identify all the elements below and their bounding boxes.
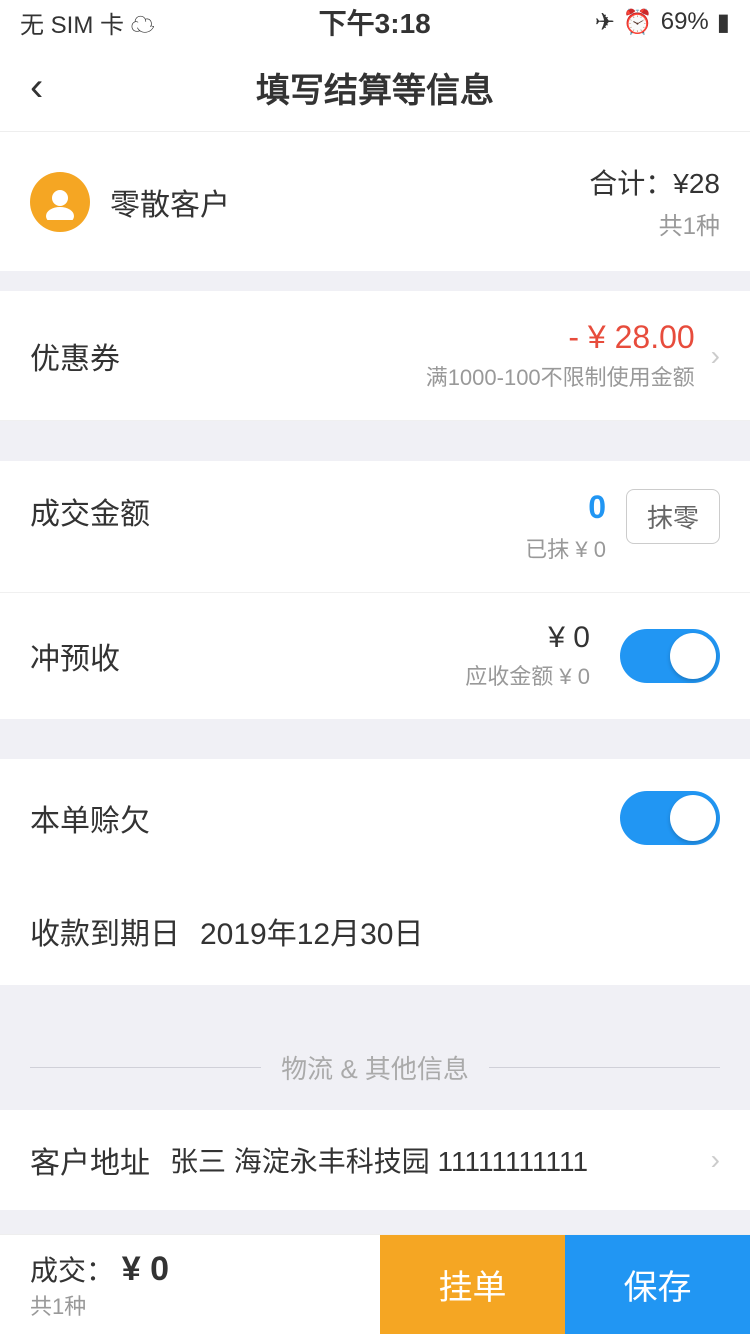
customer-left: 零散客户 (30, 172, 230, 232)
battery-icon: ▮ (717, 8, 730, 37)
coupon-value: - ¥ 28.00 (426, 319, 695, 356)
separator-2 (0, 739, 750, 759)
coupon-desc: 满1000-100不限制使用金额 (426, 360, 695, 392)
coupon-right: - ¥ 28.00 满1000-100不限制使用金额 › (426, 319, 720, 392)
bottom-left: 成交： ¥ 0 共1种 (0, 1249, 380, 1321)
status-right: ✈ ⏰ 69% ▮ (595, 8, 730, 37)
due-date-row: 收款到期日 2019年12月30日 (0, 877, 750, 985)
save-button[interactable]: 保存 (565, 1235, 750, 1334)
address-section[interactable]: 客户地址 张三 海淀永丰科技园 11111111111 › (0, 1110, 750, 1210)
coupon-row[interactable]: 优惠券 - ¥ 28.00 满1000-100不限制使用金额 › (0, 291, 750, 421)
precollect-values: ¥ 0 应收金额 ¥ 0 (465, 621, 590, 691)
divider-line-right (489, 1067, 720, 1068)
due-date-label: 收款到期日 (30, 909, 180, 953)
status-time: 下午3:18 (319, 2, 431, 42)
deal-amount-label: 成交金额 (30, 489, 150, 533)
alarm-icon: ⏰ (623, 8, 653, 37)
debt-section: 本单赊欠 收款到期日 2019年12月30日 (0, 759, 750, 985)
customer-name: 零散客户 (110, 180, 230, 224)
hang-single-button[interactable]: 挂单 (380, 1235, 565, 1334)
bottom-deal-label: 成交： (30, 1255, 114, 1286)
deal-amount-row: 成交金额 0 已抹 ¥ 0 抹零 (0, 461, 750, 592)
total-count: 共1种 (589, 206, 720, 241)
page-title: 填写结算等信息 (256, 63, 494, 112)
precollect-toggle[interactable] (620, 629, 720, 683)
back-button[interactable]: ‹ (30, 65, 43, 110)
deal-right: 0 已抹 ¥ 0 抹零 (525, 489, 720, 564)
customer-right: 合计：¥28 共1种 (589, 162, 720, 241)
logistics-divider: 物流 & 其他信息 (0, 1025, 750, 1110)
debt-toggle[interactable] (620, 791, 720, 845)
bottom-count: 共1种 (30, 1289, 350, 1321)
separator-1 (0, 441, 750, 461)
deal-value-block: 0 已抹 ¥ 0 (525, 489, 606, 564)
deal-section: 成交金额 0 已抹 ¥ 0 抹零 冲预收 ¥ 0 应收金额 ¥ 0 (0, 461, 750, 719)
debt-label: 本单赊欠 (30, 796, 150, 840)
logistics-label: 物流 & 其他信息 (281, 1049, 469, 1086)
deal-amount-value: 0 (525, 489, 606, 526)
customer-section: 零散客户 合计：¥28 共1种 (0, 132, 750, 271)
bottom-deal-amount: ¥ 0 (122, 1250, 169, 1288)
address-value: 张三 海淀永丰科技园 11111111111 (170, 1140, 711, 1180)
separator-3 (0, 1005, 750, 1025)
customer-row: 零散客户 合计：¥28 共1种 (0, 132, 750, 271)
round-off-button[interactable]: 抹零 (626, 489, 720, 544)
total-amount: 合计：¥28 (589, 162, 720, 202)
precollect-sub: 应收金额 ¥ 0 (465, 659, 590, 691)
bottom-bar: 成交： ¥ 0 共1种 挂单 保存 (0, 1234, 750, 1334)
bottom-deal-row: 成交： ¥ 0 (30, 1249, 350, 1289)
precollect-right: ¥ 0 应收金额 ¥ 0 (465, 621, 720, 691)
nav-bar: ‹ 填写结算等信息 (0, 44, 750, 132)
chevron-right-icon: › (711, 340, 720, 372)
debt-row: 本单赊欠 (0, 759, 750, 877)
precollect-value: ¥ 0 (465, 621, 590, 655)
coupon-label: 优惠券 (30, 334, 120, 378)
due-date-value: 2019年12月30日 (200, 909, 423, 953)
divider-line-left (30, 1067, 261, 1068)
precollect-label: 冲预收 (30, 634, 120, 678)
coupon-value-block: - ¥ 28.00 满1000-100不限制使用金额 (426, 319, 695, 392)
address-row[interactable]: 客户地址 张三 海淀永丰科技园 11111111111 › (0, 1110, 750, 1210)
deal-sub-text: 已抹 ¥ 0 (525, 532, 606, 564)
status-left: 无 SIM 卡 ☁ (20, 5, 155, 40)
avatar (30, 172, 90, 232)
precollect-row: 冲预收 ¥ 0 应收金额 ¥ 0 (0, 592, 750, 719)
location-icon: ✈ (595, 8, 615, 37)
address-label: 客户地址 (30, 1138, 150, 1182)
no-sim-label: 无 SIM 卡 ☁ (20, 5, 155, 40)
coupon-section[interactable]: 优惠券 - ¥ 28.00 满1000-100不限制使用金额 › (0, 291, 750, 421)
address-chevron-icon: › (711, 1144, 720, 1176)
status-bar: 无 SIM 卡 ☁ 下午3:18 ✈ ⏰ 69% ▮ (0, 0, 750, 44)
battery-label: 69% (661, 8, 709, 36)
